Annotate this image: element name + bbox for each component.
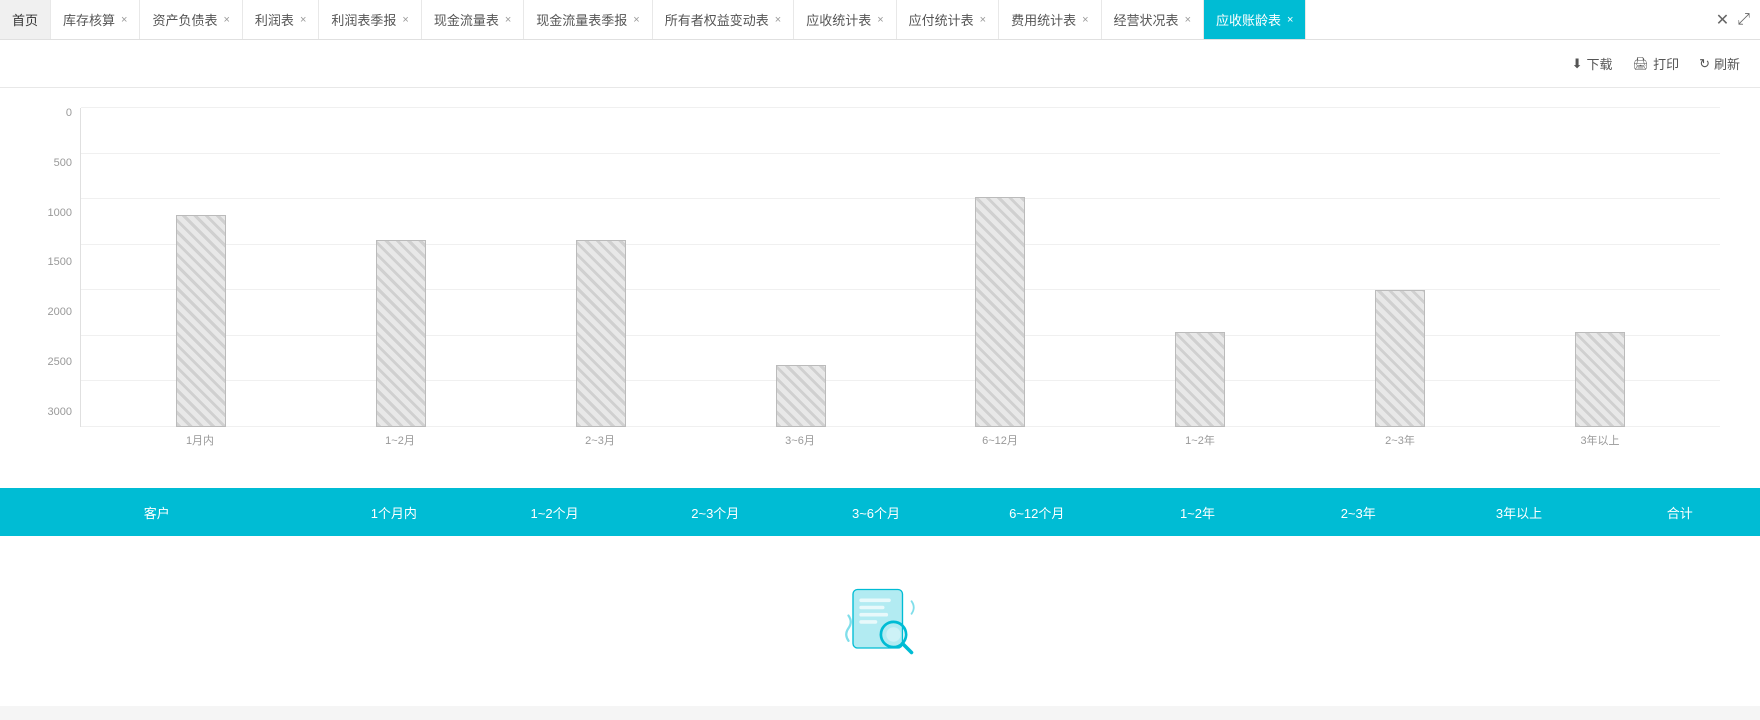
tab-close-profit[interactable]: × [300,14,306,26]
x-label: 6~12月 [975,432,1025,448]
print-button[interactable]: 🖨打印 [1633,54,1680,73]
chart-bar [776,365,826,428]
x-label: 1~2月 [375,432,425,448]
header-actions: ⬇下载 🖨打印 ↻刷新 [1572,54,1740,73]
bar-group [376,240,426,428]
y-label: 1500 [48,257,72,268]
grid-and-bars [80,108,1720,427]
bar-group [1375,290,1425,428]
chart-area: 3000 2500 2000 1500 1000 500 0 1月内 1~2月 2~3月 3~6月… [0,88,1760,488]
chart-bar [1575,332,1625,427]
tab-operation[interactable]: 经营状况表× [1102,0,1204,40]
bar-group [576,240,626,428]
bar-group [776,365,826,428]
maximize-button[interactable]: ⤢ [1737,11,1750,29]
bars-row [81,108,1720,427]
tab-expense-stat[interactable]: 费用统计表× [999,0,1101,40]
tab-close-payable-stat[interactable]: × [980,14,986,26]
tab-profit-quarterly[interactable]: 利润表季报× [319,0,421,40]
tab-close-inventory[interactable]: × [121,14,127,26]
tab-receivable-stat[interactable]: 应收统计表× [794,0,896,40]
close-button[interactable]: ✕ [1716,10,1729,30]
x-label: 1月内 [175,432,225,448]
y-label: 3000 [48,407,72,418]
tab-home[interactable]: 首页 [0,0,51,40]
tab-equity[interactable]: 所有者权益变动表× [653,0,794,40]
th-cell-0: 客户 [0,503,313,522]
tab-close-cashflow[interactable]: × [505,14,511,26]
chart-container: 3000 2500 2000 1500 1000 500 0 1月内 1~2月 2~3月 3~6月… [40,108,1720,448]
tab-close-equity[interactable]: × [775,14,781,26]
x-label: 2~3月 [575,432,625,448]
page-header: ⬇下载 🖨打印 ↻刷新 [0,40,1760,88]
tab-payable-stat[interactable]: 应付统计表× [897,0,999,40]
chart-bar [376,240,426,428]
bar-group [176,215,226,428]
x-labels: 1月内 1~2月 2~3月 3~6月 6~12月 1~2年 2~3年 3年以上 [80,427,1720,448]
y-label: 2000 [48,307,72,318]
tab-inventory[interactable]: 库存核算× [51,0,140,40]
tab-balance[interactable]: 资产负债表× [140,0,242,40]
tab-cashflow[interactable]: 现金流量表× [422,0,524,40]
th-cell-5: 6~12个月 [956,503,1117,522]
th-cell-2: 1~2个月 [474,503,635,522]
th-cell-3: 2~3个月 [635,503,796,522]
bar-group [1175,332,1225,427]
print-icon: 🖨 [1633,56,1650,72]
th-cell-6: 1~2年 [1117,503,1278,522]
chart-bar [1375,290,1425,428]
chart-bar [1175,332,1225,427]
tab-close-profit-quarterly[interactable]: × [402,14,408,26]
tab-close-operation[interactable]: × [1185,14,1191,26]
x-label: 2~3年 [1375,432,1425,448]
tab-close-expense-stat[interactable]: × [1082,14,1088,26]
download-icon: ⬇ [1572,56,1583,72]
window-controls: ✕ ⤢ [1706,10,1760,30]
chart-bar [576,240,626,428]
chart-bar [975,197,1025,427]
refresh-button[interactable]: ↻刷新 [1699,54,1740,73]
tab-close-receivable-stat[interactable]: × [877,14,883,26]
tab-close-aging[interactable]: × [1287,14,1293,26]
refresh-icon: ↻ [1699,56,1710,72]
x-label: 1~2年 [1175,432,1225,448]
tab-close-balance[interactable]: × [223,14,229,26]
tab-aging[interactable]: 应收账龄表× [1204,0,1306,40]
y-label: 500 [54,158,72,169]
y-label: 2500 [48,357,72,368]
bar-group [975,197,1025,427]
chart-body: 1月内 1~2月 2~3月 3~6月 6~12月 1~2年 2~3年 3年以上 [80,108,1720,448]
x-label: 3年以上 [1575,432,1625,448]
x-label: 3~6月 [775,432,825,448]
chart-bar [176,215,226,428]
bar-group [1575,332,1625,427]
empty-icon [835,576,925,666]
y-axis: 3000 2500 2000 1500 1000 500 0 [40,108,80,448]
table-header: 客户1个月内1~2个月2~3个月3~6个月6~12个月1~2年2~3年3年以上合… [0,488,1760,536]
th-cell-9: 合计 [1599,503,1760,522]
tab-profit[interactable]: 利润表× [243,0,319,40]
th-cell-8: 3年以上 [1439,503,1600,522]
download-button[interactable]: ⬇下载 [1572,54,1613,73]
tab-bar: 首页库存核算×资产负债表×利润表×利润表季报×现金流量表×现金流量表季报×所有者… [0,0,1760,40]
tab-cashflow-quarterly[interactable]: 现金流量表季报× [524,0,652,40]
tab-close-cashflow-quarterly[interactable]: × [633,14,639,26]
y-label: 1000 [48,208,72,219]
y-label: 0 [66,108,72,119]
th-cell-1: 1个月内 [313,503,474,522]
th-cell-7: 2~3年 [1278,503,1439,522]
th-cell-4: 3~6个月 [796,503,957,522]
empty-area [0,536,1760,706]
